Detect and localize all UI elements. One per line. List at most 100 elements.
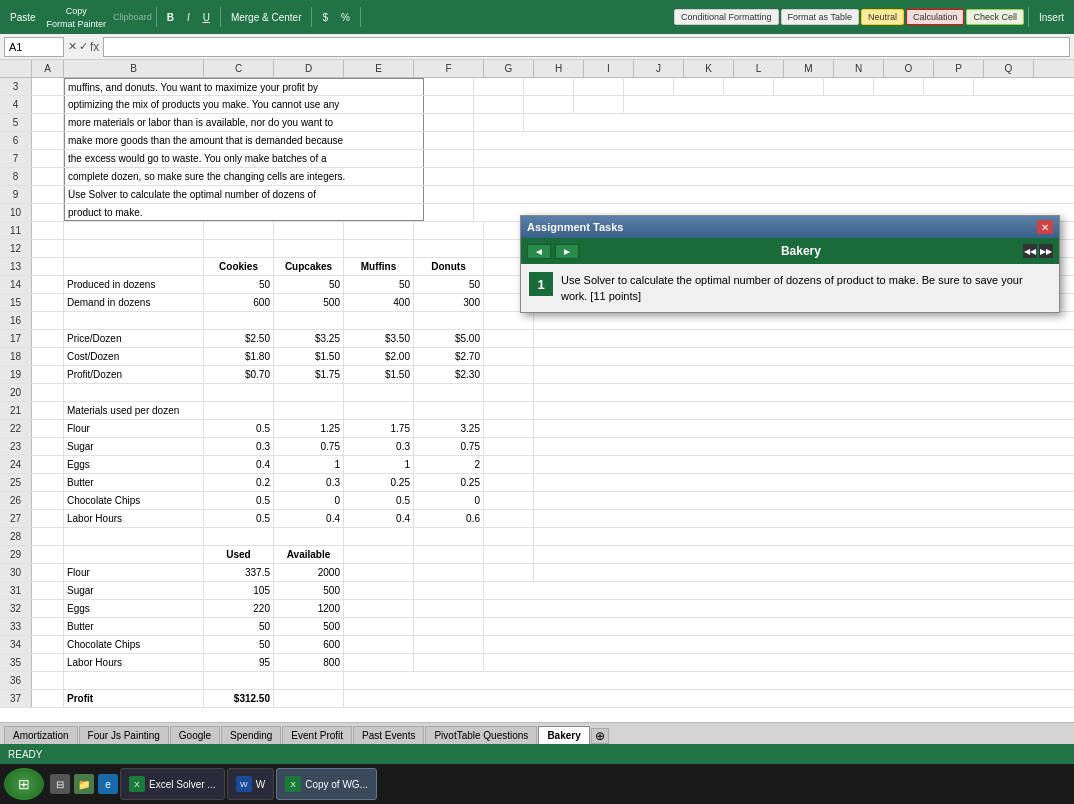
table-row: 18 Cost/Dozen $1.80 $1.50 $2.00 $2.70 bbox=[0, 348, 1074, 366]
table-row: 33 Butter 50 500 bbox=[0, 618, 1074, 636]
taskbar-word-button[interactable]: W W bbox=[227, 768, 274, 800]
check-cell-style-button[interactable]: Check Cell bbox=[966, 9, 1024, 25]
format-painter-button[interactable]: Format Painter bbox=[43, 18, 111, 30]
underline-button[interactable]: U bbox=[197, 10, 216, 25]
col-header-A[interactable]: A bbox=[32, 60, 64, 77]
percent-button[interactable]: % bbox=[335, 10, 356, 25]
table-row: 6 make more goods than the amount that i… bbox=[0, 132, 1074, 150]
col-header-B[interactable]: B bbox=[64, 60, 204, 77]
col-header-I[interactable]: I bbox=[584, 60, 634, 77]
dialog-next-button[interactable]: ► bbox=[555, 244, 579, 259]
col-header-F[interactable]: F bbox=[414, 60, 484, 77]
col-header-E[interactable]: E bbox=[344, 60, 414, 77]
table-row: 26 Chocolate Chips 0.5 0 0.5 0 bbox=[0, 492, 1074, 510]
table-row: 32 Eggs 220 1200 bbox=[0, 600, 1074, 618]
taskbar-copy-wg-label: Copy of WG... bbox=[305, 779, 368, 790]
row-num-header bbox=[0, 60, 32, 77]
taskbar-word-label: W bbox=[256, 779, 265, 790]
sheet-tab-amortization[interactable]: Amortization bbox=[4, 726, 78, 744]
cancel-formula-icon[interactable]: ✕ bbox=[68, 40, 77, 53]
table-row: 27 Labor Hours 0.5 0.4 0.4 0.6 bbox=[0, 510, 1074, 528]
col-header-D[interactable]: D bbox=[274, 60, 344, 77]
sheet-tab-google[interactable]: Google bbox=[170, 726, 220, 744]
col-header-J[interactable]: J bbox=[634, 60, 684, 77]
table-row: 17 Price/Dozen $2.50 $3.25 $3.50 $5.00 bbox=[0, 330, 1074, 348]
insert-function-icon[interactable]: fx bbox=[90, 40, 99, 54]
ribbon-sep-4 bbox=[360, 7, 361, 27]
sheet-tab-four-js-painting[interactable]: Four Js Painting bbox=[79, 726, 169, 744]
copy-button[interactable]: Copy bbox=[43, 5, 111, 17]
col-header-N[interactable]: N bbox=[834, 60, 884, 77]
excel-app: Paste Copy Format Painter Clipboard B I … bbox=[0, 0, 1074, 804]
taskbar-excel-solver-button[interactable]: X Excel Solver ... bbox=[120, 768, 225, 800]
sheet-tabs: Amortization Four Js Painting Google Spe… bbox=[0, 722, 1074, 744]
font-group: B I U bbox=[161, 10, 216, 25]
spreadsheet: A B C D E F G H I J K L M N O P Q 3 muff… bbox=[0, 60, 1074, 722]
paste-button[interactable]: Paste bbox=[4, 10, 42, 25]
table-row: 34 Chocolate Chips 50 600 bbox=[0, 636, 1074, 654]
dialog-close-button[interactable]: ✕ bbox=[1037, 220, 1053, 234]
dialog-nav-bar: ◄ ► Bakery ◀◀ ▶▶ bbox=[521, 238, 1059, 264]
clipboard-label: Clipboard bbox=[113, 12, 152, 22]
table-row: 24 Eggs 0.4 1 1 2 bbox=[0, 456, 1074, 474]
table-row: 37 Profit $312.50 bbox=[0, 690, 1074, 708]
table-row: 3 muffins, and donuts. You want to maxim… bbox=[0, 78, 1074, 96]
formula-input[interactable] bbox=[103, 37, 1070, 57]
taskbar-explorer-icon[interactable]: 📁 bbox=[74, 774, 94, 794]
sheet-tab-spending[interactable]: Spending bbox=[221, 726, 281, 744]
format-as-table-button[interactable]: Format as Table bbox=[781, 9, 859, 25]
bold-button[interactable]: B bbox=[161, 10, 180, 25]
sheet-tab-bakery[interactable]: Bakery bbox=[538, 726, 589, 744]
table-row: 22 Flour 0.5 1.25 1.75 3.25 bbox=[0, 420, 1074, 438]
col-header-C[interactable]: C bbox=[204, 60, 274, 77]
clipboard-group: Paste Copy Format Painter Clipboard bbox=[4, 5, 152, 30]
ribbon-sep-1 bbox=[156, 7, 157, 27]
col-header-Q[interactable]: Q bbox=[984, 60, 1034, 77]
col-header-K[interactable]: K bbox=[684, 60, 734, 77]
italic-button[interactable]: I bbox=[181, 10, 196, 25]
table-row: 29 Used Available bbox=[0, 546, 1074, 564]
add-sheet-button[interactable]: ⊕ bbox=[591, 728, 609, 744]
taskbar-copy-wg-icon: X bbox=[285, 776, 301, 792]
sheet-tab-event-profit[interactable]: Event Profit bbox=[282, 726, 352, 744]
dialog-nav-first-button[interactable]: ◀◀ bbox=[1023, 244, 1037, 258]
conditional-formatting-button[interactable]: Conditional Formatting bbox=[674, 9, 779, 25]
cell-reference-box[interactable]: A1 bbox=[4, 37, 64, 57]
col-header-L[interactable]: L bbox=[734, 60, 784, 77]
calculation-style-button[interactable]: Calculation bbox=[906, 9, 965, 25]
dialog-prev-button[interactable]: ◄ bbox=[527, 244, 551, 259]
merge-center-button[interactable]: Merge & Center bbox=[225, 10, 308, 25]
table-row: 20 bbox=[0, 384, 1074, 402]
dialog-nav-last-button[interactable]: ▶▶ bbox=[1039, 244, 1053, 258]
table-row: 16 bbox=[0, 312, 1074, 330]
table-row: 7 the excess would go to waste. You only… bbox=[0, 150, 1074, 168]
ribbon-sep-2 bbox=[220, 7, 221, 27]
insert-button[interactable]: Insert bbox=[1033, 10, 1070, 25]
col-header-G[interactable]: G bbox=[484, 60, 534, 77]
ribbon-sep-5 bbox=[1028, 7, 1029, 27]
dollar-button[interactable]: $ bbox=[316, 10, 334, 25]
col-header-H[interactable]: H bbox=[534, 60, 584, 77]
rows-area: 3 muffins, and donuts. You want to maxim… bbox=[0, 78, 1074, 722]
number-group: $ % bbox=[316, 10, 355, 25]
taskbar: ⊞ ⊟ 📁 e X Excel Solver ... W W X Copy of… bbox=[0, 764, 1074, 804]
sheet-tab-past-events[interactable]: Past Events bbox=[353, 726, 424, 744]
col-header-M[interactable]: M bbox=[784, 60, 834, 77]
ribbon-sep-3 bbox=[311, 7, 312, 27]
taskbar-word-icon: W bbox=[236, 776, 252, 792]
neutral-style-button[interactable]: Neutral bbox=[861, 9, 904, 25]
ready-status: READY bbox=[8, 749, 42, 760]
start-button[interactable]: ⊞ bbox=[4, 768, 44, 800]
confirm-formula-icon[interactable]: ✓ bbox=[79, 40, 88, 53]
sheet-tab-pivottable-questions[interactable]: PivotTable Questions bbox=[425, 726, 537, 744]
taskbar-ie-icon[interactable]: e bbox=[98, 774, 118, 794]
taskbar-show-desktop-icon[interactable]: ⊟ bbox=[50, 774, 70, 794]
table-row: 35 Labor Hours 95 800 bbox=[0, 654, 1074, 672]
col-header-O[interactable]: O bbox=[884, 60, 934, 77]
dialog-sheet-name: Bakery bbox=[583, 244, 1019, 258]
col-header-P[interactable]: P bbox=[934, 60, 984, 77]
taskbar-copy-wg-button[interactable]: X Copy of WG... bbox=[276, 768, 377, 800]
table-row: 9 Use Solver to calculate the optimal nu… bbox=[0, 186, 1074, 204]
styles-group: Conditional Formatting Format as Table N… bbox=[674, 7, 1070, 27]
table-row: 31 Sugar 105 500 bbox=[0, 582, 1074, 600]
